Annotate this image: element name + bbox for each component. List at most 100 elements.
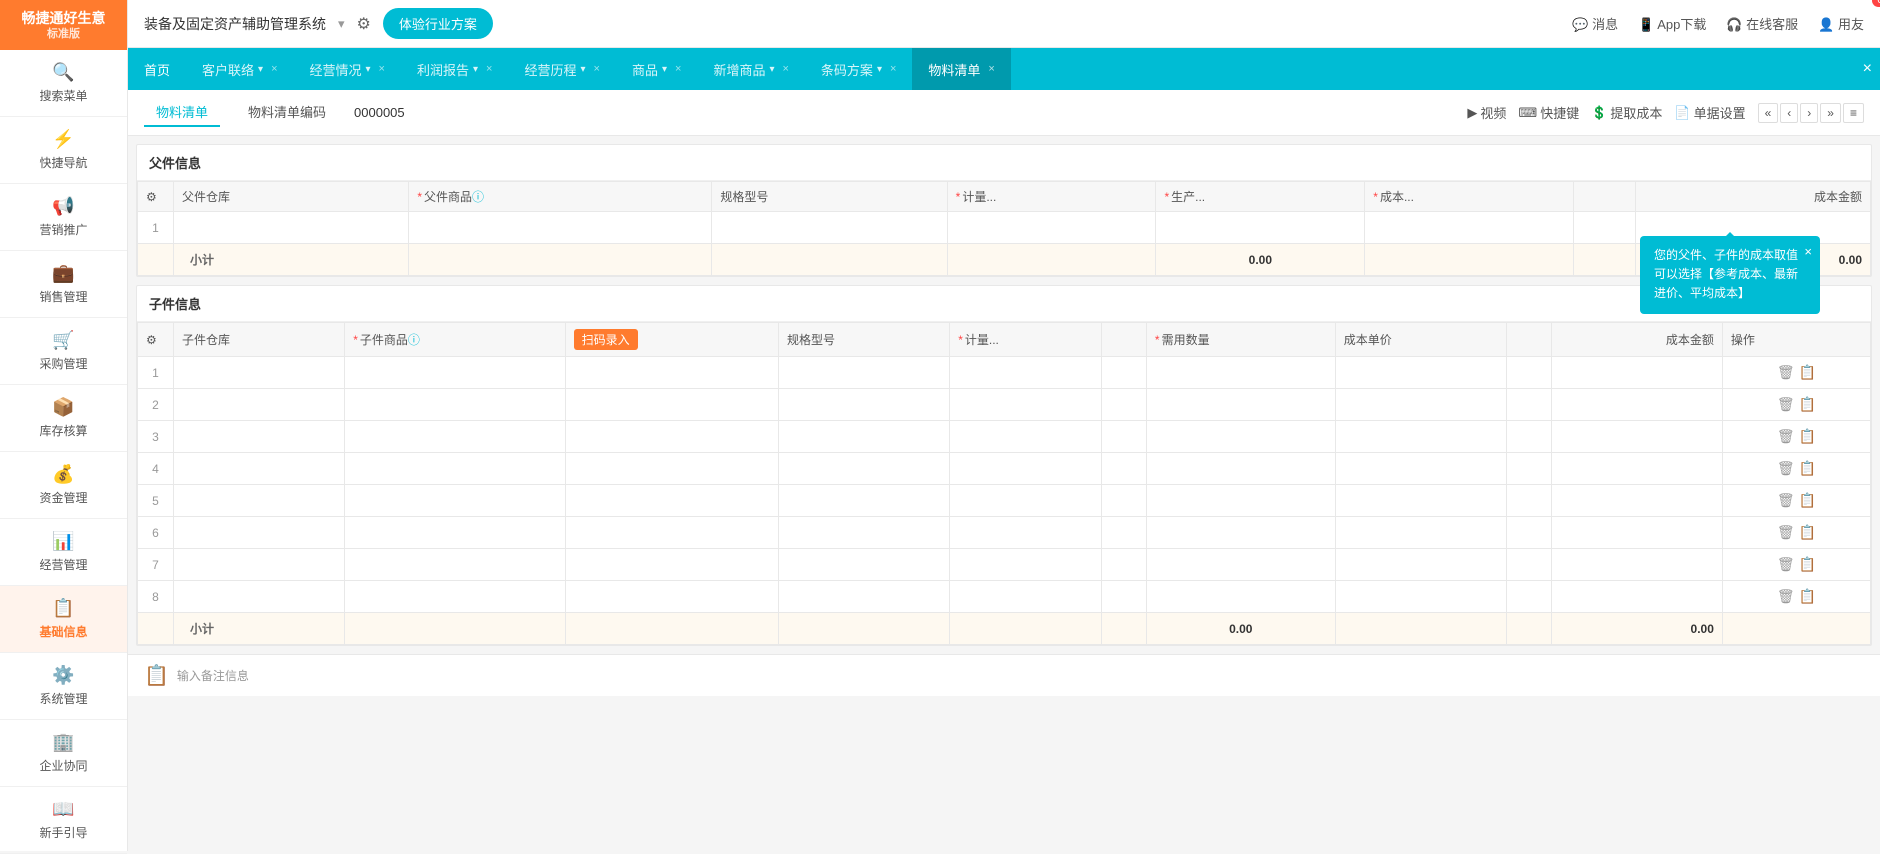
child-col-gear[interactable]: ⚙ bbox=[138, 323, 174, 357]
child-row1-product[interactable] bbox=[345, 357, 565, 389]
child-row5-spec[interactable] bbox=[779, 485, 950, 517]
child-row7-unit[interactable] bbox=[950, 549, 1102, 581]
copy-icon[interactable]: 📋 bbox=[1799, 364, 1816, 381]
child-row8-needed-qty[interactable] bbox=[1146, 581, 1335, 613]
child-row3-spec[interactable] bbox=[779, 421, 950, 453]
delete-icon[interactable]: 🗑 bbox=[1777, 556, 1795, 573]
child-row5-unit[interactable] bbox=[950, 485, 1102, 517]
child-row6-unit[interactable] bbox=[950, 517, 1102, 549]
tab-history-close[interactable]: × bbox=[594, 63, 600, 75]
sidebar-item-finance[interactable]: 💰 资金管理 bbox=[0, 452, 127, 519]
tab-history[interactable]: 经营历程 ▾ × bbox=[508, 48, 615, 90]
child-row2-product[interactable] bbox=[345, 389, 565, 421]
parent-row1-unit[interactable] bbox=[947, 212, 1156, 244]
sidebar-item-marketing[interactable]: 📢 营销推广 bbox=[0, 184, 127, 251]
child-row5-product[interactable] bbox=[345, 485, 565, 517]
child-row7-spec[interactable] bbox=[779, 549, 950, 581]
sidebar-item-purchase[interactable]: 🛒 采购管理 bbox=[0, 318, 127, 385]
child-row8-warehouse[interactable] bbox=[174, 581, 345, 613]
sidebar-item-enterprise[interactable]: 🏢 企业协同 bbox=[0, 720, 127, 787]
sidebar-item-operations[interactable]: 📊 经营管理 bbox=[0, 519, 127, 586]
parent-row1-spec[interactable] bbox=[712, 212, 947, 244]
nav-prev-btn[interactable]: ‹ bbox=[1780, 103, 1798, 123]
child-row3-cost-price[interactable] bbox=[1335, 421, 1506, 453]
child-row6-spec[interactable] bbox=[779, 517, 950, 549]
child-row6-needed-qty[interactable] bbox=[1146, 517, 1335, 549]
parent-col-gear[interactable]: ⚙ bbox=[138, 182, 174, 212]
child-row4-unit[interactable] bbox=[950, 453, 1102, 485]
child-row7-product[interactable] bbox=[345, 549, 565, 581]
child-row4-spec[interactable] bbox=[779, 453, 950, 485]
delete-icon[interactable]: 🗑 bbox=[1777, 396, 1795, 413]
child-row6-product[interactable] bbox=[345, 517, 565, 549]
tab-bom-close[interactable]: × bbox=[988, 63, 994, 75]
child-row5-warehouse[interactable] bbox=[174, 485, 345, 517]
child-row4-product[interactable] bbox=[345, 453, 565, 485]
tab-product[interactable]: 商品 ▾ × bbox=[616, 48, 697, 90]
tab-new-product[interactable]: 新增商品 ▾ × bbox=[697, 48, 804, 90]
nav-next-next-btn[interactable]: » bbox=[1820, 103, 1841, 123]
child-row4-needed-qty[interactable] bbox=[1146, 453, 1335, 485]
child-row7-cost-price[interactable] bbox=[1335, 549, 1506, 581]
copy-icon[interactable]: 📋 bbox=[1799, 524, 1816, 541]
message-btn[interactable]: 💬 消息 6 bbox=[1572, 14, 1618, 33]
cost-action[interactable]: 💲 提取成本 bbox=[1591, 103, 1662, 122]
tab-customer-close[interactable]: × bbox=[271, 63, 277, 75]
delete-icon[interactable]: 🗑 bbox=[1777, 588, 1795, 605]
tab-operations[interactable]: 经营情况 ▾ × bbox=[294, 48, 401, 90]
child-row2-warehouse[interactable] bbox=[174, 389, 345, 421]
child-row6-warehouse[interactable] bbox=[174, 517, 345, 549]
delete-icon[interactable]: 🗑 bbox=[1777, 460, 1795, 477]
tab-operations-close[interactable]: × bbox=[379, 63, 385, 75]
nav-prev-prev-btn[interactable]: « bbox=[1758, 103, 1779, 123]
child-row3-needed-qty[interactable] bbox=[1146, 421, 1335, 453]
tab-product-close[interactable]: × bbox=[675, 63, 681, 75]
tooltip-close-btn[interactable]: × bbox=[1804, 242, 1812, 263]
child-row1-cost-price[interactable] bbox=[1335, 357, 1506, 389]
sidebar-item-inventory[interactable]: 📦 库存核算 bbox=[0, 385, 127, 452]
page-tab-bom[interactable]: 物料清单 bbox=[144, 98, 220, 127]
child-row3-product[interactable] bbox=[345, 421, 565, 453]
copy-icon[interactable]: 📋 bbox=[1799, 492, 1816, 509]
sidebar-item-search[interactable]: 🔍 搜索菜单 bbox=[0, 50, 127, 117]
tab-barcode-close[interactable]: × bbox=[890, 63, 896, 75]
child-row2-cost-price[interactable] bbox=[1335, 389, 1506, 421]
child-row1-unit[interactable] bbox=[950, 357, 1102, 389]
child-row8-cost-price[interactable] bbox=[1335, 581, 1506, 613]
page-tab-code[interactable]: 物料清单编码 bbox=[236, 98, 338, 127]
sidebar-item-guide[interactable]: 📖 新手引导 bbox=[0, 787, 127, 854]
child-row4-warehouse[interactable] bbox=[174, 453, 345, 485]
child-row8-product[interactable] bbox=[345, 581, 565, 613]
child-row6-cost-price[interactable] bbox=[1335, 517, 1506, 549]
tab-home[interactable]: 首页 bbox=[128, 48, 186, 90]
app-download-btn[interactable]: 📱 App下载 bbox=[1638, 14, 1706, 33]
child-row3-unit[interactable] bbox=[950, 421, 1102, 453]
child-row4-cost-price[interactable] bbox=[1335, 453, 1506, 485]
parent-row1-production[interactable] bbox=[1156, 212, 1365, 244]
tab-profit[interactable]: 利润报告 ▾ × bbox=[401, 48, 508, 90]
delete-icon[interactable]: 🗑 bbox=[1777, 364, 1795, 381]
child-row8-spec[interactable] bbox=[779, 581, 950, 613]
nav-menu-btn[interactable]: ≡ bbox=[1843, 103, 1864, 123]
parent-row1-cost[interactable] bbox=[1365, 212, 1574, 244]
parent-row1-product[interactable] bbox=[409, 212, 712, 244]
nav-close-icon[interactable]: × bbox=[1863, 60, 1872, 78]
copy-icon[interactable]: 📋 bbox=[1799, 396, 1816, 413]
child-row8-unit[interactable] bbox=[950, 581, 1102, 613]
sidebar-item-quick-nav[interactable]: ⚡ 快捷导航 bbox=[0, 117, 127, 184]
tab-barcode[interactable]: 条码方案 ▾ × bbox=[805, 48, 912, 90]
scan-input-btn[interactable]: 扫码录入 bbox=[574, 329, 638, 350]
child-row2-unit[interactable] bbox=[950, 389, 1102, 421]
copy-icon[interactable]: 📋 bbox=[1799, 556, 1816, 573]
sidebar-item-sales[interactable]: 💼 销售管理 bbox=[0, 251, 127, 318]
child-row1-needed-qty[interactable] bbox=[1146, 357, 1335, 389]
tab-new-product-close[interactable]: × bbox=[782, 63, 788, 75]
child-row5-needed-qty[interactable] bbox=[1146, 485, 1335, 517]
user-avatar[interactable]: 👤 用友 bbox=[1818, 14, 1864, 33]
nav-next-btn[interactable]: › bbox=[1800, 103, 1818, 123]
tab-customer[interactable]: 客户联络 ▾ × bbox=[186, 48, 293, 90]
child-row5-cost-price[interactable] bbox=[1335, 485, 1506, 517]
child-col-scan[interactable]: 扫码录入 bbox=[565, 323, 778, 357]
online-service-btn[interactable]: 🎧 在线客服 bbox=[1726, 14, 1798, 33]
parent-row1-warehouse[interactable] bbox=[174, 212, 409, 244]
